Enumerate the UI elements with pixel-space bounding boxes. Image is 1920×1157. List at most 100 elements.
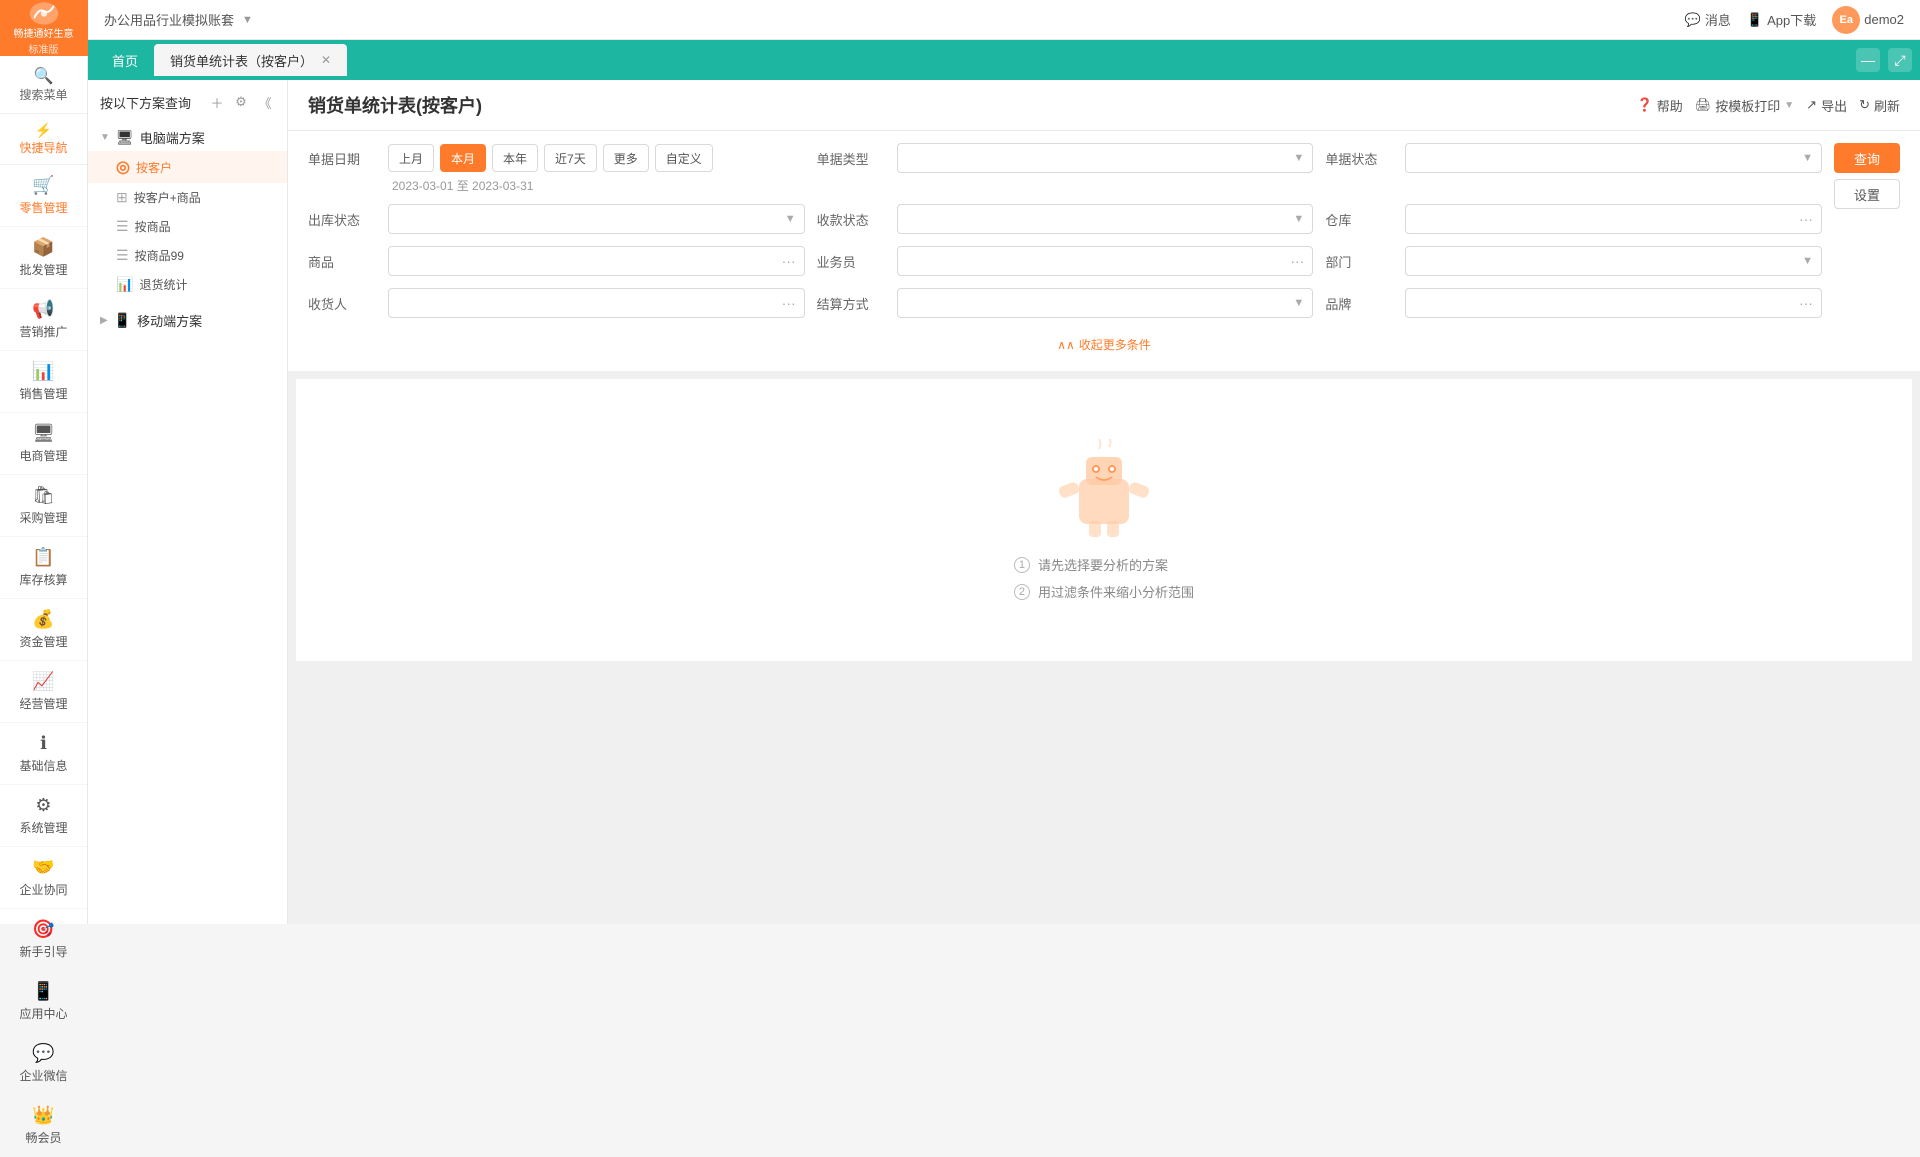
sidebar-item-purchase[interactable]: 🛍 采购管理 — [0, 475, 87, 537]
recipient-select[interactable]: ··· — [388, 288, 805, 318]
app-download-button[interactable]: 📱 App下载 — [1747, 10, 1816, 29]
warehouse-label: 仓库 — [1325, 210, 1405, 229]
product-select[interactable]: ··· — [388, 246, 805, 276]
settings-scheme-button[interactable]: ⚙ — [231, 92, 251, 112]
department-select[interactable]: ▼ — [1405, 246, 1822, 276]
purchase-icon: 🛍 — [32, 485, 55, 506]
app-download-icon: 📱 — [1747, 12, 1763, 28]
collapse-bar[interactable]: ∧∧ 收起更多条件 — [308, 330, 1900, 359]
app-center-label: 应用中心 — [19, 1005, 67, 1022]
scheme-group-mobile-header[interactable]: ▶ 📱 移动端方案 — [88, 307, 287, 334]
date-btn-this-year[interactable]: 本年 — [492, 144, 538, 172]
empty-state: 1 请先选择要分析的方案 2 用过滤条件来缩小分析范围 — [296, 379, 1912, 661]
avatar-text: Ea — [1840, 14, 1853, 26]
salesman-ellipsis: ··· — [1290, 253, 1304, 269]
sidebar-item-system[interactable]: ⚙ 系统管理 — [0, 785, 87, 847]
sidebar-item-sales[interactable]: 📊 销售管理 — [0, 351, 87, 413]
order-status-select[interactable]: ▼ — [1405, 143, 1822, 173]
order-status-label: 单据状态 — [1325, 149, 1405, 168]
tab-sales-summary[interactable]: 销货单统计表（按客户） ✕ — [154, 44, 347, 76]
new-guide-label: 新手引导 — [19, 943, 67, 960]
scheme-item-by-customer[interactable]: ◎ 按客户 — [88, 151, 287, 183]
quick-nav-label: 快捷导航 — [19, 139, 67, 156]
order-type-arrow: ▼ — [1293, 152, 1304, 164]
maximize-icon: ⤢ — [1894, 52, 1905, 69]
sidebar-item-ecommerce[interactable]: 🖥 电商管理 — [0, 413, 87, 475]
chevron-right-icon: ▶ — [100, 315, 108, 326]
tab-maximize-button[interactable]: ⤢ — [1888, 48, 1912, 72]
sidebar-item-operations[interactable]: 📈 经营管理 — [0, 661, 87, 723]
order-status-arrow: ▼ — [1802, 152, 1813, 164]
scheme-group-desktop-header[interactable]: ▼ 🖥 电脑端方案 — [88, 124, 287, 151]
retail-label: 零售管理 — [19, 199, 67, 216]
sidebar-quick-nav[interactable]: ⚡ 快捷导航 — [0, 114, 87, 165]
date-btn-more[interactable]: 更多 — [603, 144, 649, 172]
query-buttons: 查询 设置 — [1822, 143, 1900, 209]
delivery-status-select[interactable]: ▼ — [388, 204, 805, 234]
brand-select[interactable]: ··· — [1405, 288, 1822, 318]
bar-chart-icon: 📊 — [116, 276, 133, 293]
refresh-label: 刷新 — [1874, 96, 1900, 115]
industry-dropdown-arrow[interactable]: ▼ — [242, 14, 253, 26]
scheme-item-by-customer-product[interactable]: ⊞ 按客户+商品 — [88, 183, 287, 212]
sidebar-search[interactable]: 🔍 搜索菜单 — [0, 56, 87, 114]
help-button[interactable]: ❓ 帮助 — [1637, 96, 1683, 115]
tab-home[interactable]: 首页 — [96, 44, 154, 76]
scheme-item-by-product[interactable]: ☰ 按商品 — [88, 212, 287, 241]
date-filter: 上月 本月 本年 近7天 — [388, 144, 805, 172]
order-type-select[interactable]: ▼ — [897, 143, 1314, 173]
print-template-button[interactable]: 🖨 按模板打印 ▼ — [1695, 96, 1794, 115]
scheme-by-customer-label: 按客户 — [136, 159, 172, 176]
minimize-icon: — — [1861, 52, 1875, 68]
scheme-panel-actions: ＋ ⚙ 《 — [207, 92, 275, 112]
salesman-select[interactable]: ··· — [897, 246, 1314, 276]
sidebar-item-marketing[interactable]: 📢 营销推广 — [0, 289, 87, 351]
message-button[interactable]: 💬 消息 — [1685, 10, 1731, 29]
sidebar-item-enterprise-wechat[interactable]: 💬 企业微信 — [0, 1033, 87, 1095]
sidebar-item-wholesale[interactable]: 📦 批发管理 — [0, 227, 87, 289]
scheme-item-by-product-99[interactable]: ☰ 按商品99 — [88, 241, 287, 270]
date-btn-custom[interactable]: 自定义 — [655, 144, 713, 172]
sidebar-item-enterprise[interactable]: 🤝 企业协同 — [0, 847, 87, 909]
sidebar-item-member[interactable]: 👑 畅会员 — [0, 1095, 87, 1157]
sidebar-item-retail[interactable]: 🛒 零售管理 — [0, 165, 87, 227]
warehouse-select[interactable]: ··· — [1405, 204, 1822, 234]
refresh-button[interactable]: ↻ 刷新 — [1859, 96, 1900, 115]
date-btn-last-month[interactable]: 上月 — [388, 144, 434, 172]
department-label: 部门 — [1325, 252, 1405, 271]
product-label: 商品 — [308, 252, 388, 271]
user-profile[interactable]: Ea demo2 — [1832, 6, 1904, 34]
sales-label: 销售管理 — [19, 385, 67, 402]
finance-icon: 💰 — [32, 609, 54, 630]
operations-label: 经营管理 — [19, 695, 67, 712]
scheme-item-return-stats[interactable]: 📊 退货统计 — [88, 270, 287, 299]
settlement-select[interactable]: ▼ — [897, 288, 1314, 318]
query-button[interactable]: 查询 — [1834, 143, 1900, 173]
date-btn-last-7days[interactable]: 近7天 — [544, 144, 597, 172]
add-scheme-button[interactable]: ＋ — [207, 92, 227, 112]
filter-row-2: 出库状态 ▼ 收款状态 ▼ — [308, 204, 1822, 234]
payment-status-select[interactable]: ▼ — [897, 204, 1314, 234]
chevron-down-icon: ▼ — [100, 132, 110, 143]
app-subtitle: 标准版 — [29, 41, 59, 56]
date-btn-this-month[interactable]: 本月 — [440, 144, 486, 172]
sidebar-item-new-guide[interactable]: 🎯 新手引导 — [0, 909, 87, 971]
sidebar-item-app-center[interactable]: 📱 应用中心 — [0, 971, 87, 1033]
tab-minimize-button[interactable]: — — [1856, 48, 1880, 72]
sidebar-item-basic-info[interactable]: ℹ 基础信息 — [0, 723, 87, 785]
export-button[interactable]: ↗ 导出 — [1806, 96, 1847, 115]
empty-tips: 1 请先选择要分析的方案 2 用过滤条件来缩小分析范围 — [1014, 555, 1194, 601]
collapse-scheme-button[interactable]: 《 — [255, 92, 275, 112]
payment-status-arrow: ▼ — [1293, 213, 1304, 225]
marketing-icon: 📢 — [32, 299, 54, 320]
sidebar-item-finance[interactable]: 💰 资金管理 — [0, 599, 87, 661]
desktop-scheme-label: 电脑端方案 — [140, 128, 205, 147]
system-label: 系统管理 — [19, 819, 67, 836]
purchase-label: 采购管理 — [19, 509, 67, 526]
product-ellipsis: ··· — [782, 253, 796, 269]
tab-close-icon[interactable]: ✕ — [321, 53, 331, 67]
empty-illustration — [1044, 439, 1164, 539]
setting-button[interactable]: 设置 — [1834, 179, 1900, 209]
collapse-bar-label: 收起更多条件 — [1079, 336, 1151, 353]
sidebar-item-inventory[interactable]: 📋 库存核算 — [0, 537, 87, 599]
